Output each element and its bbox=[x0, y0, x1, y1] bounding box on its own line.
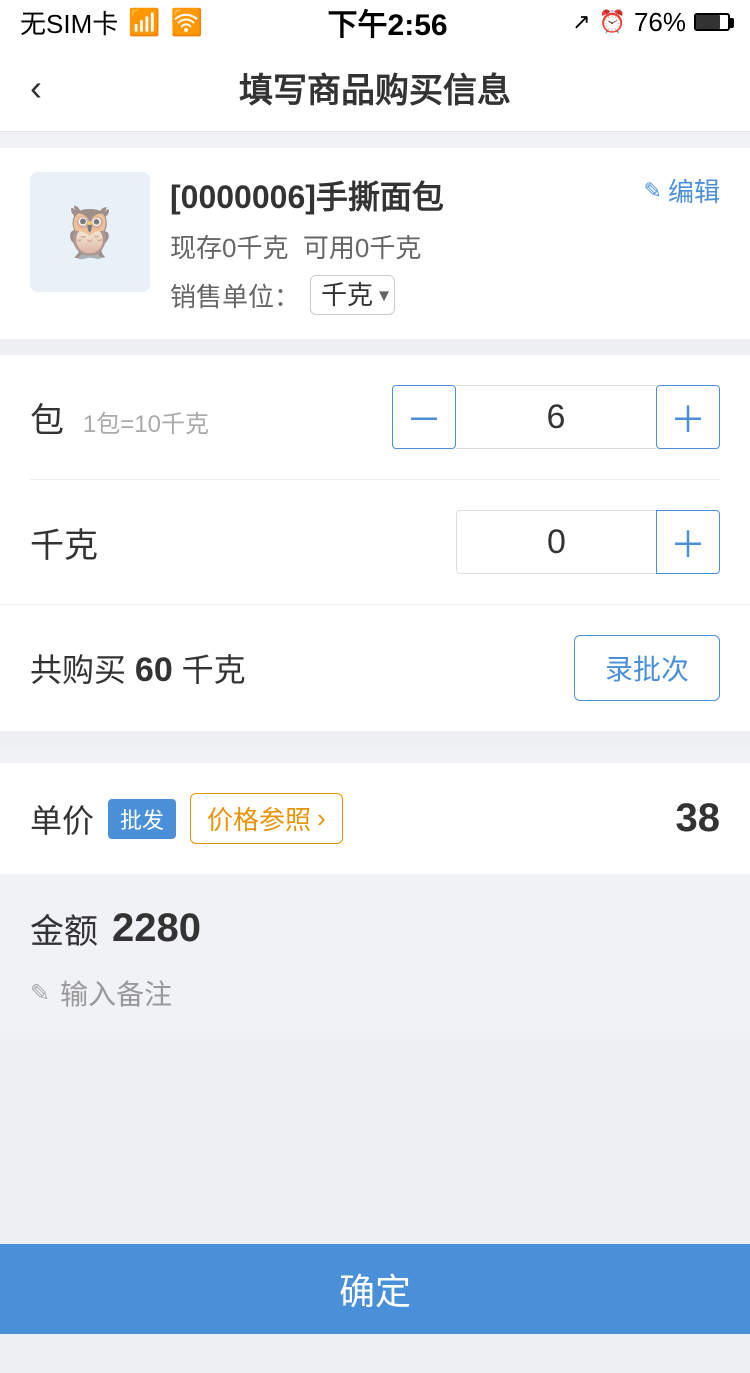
status-right: ↗ ⏰ 76% bbox=[572, 7, 730, 38]
kg-increment-button[interactable]: ＋ bbox=[656, 510, 720, 574]
bag-hint: 1包=10千克 bbox=[83, 411, 209, 438]
quantity-section: 包 1包=10千克 － ＋ 千克 ＋ bbox=[0, 355, 750, 604]
kg-quantity-row: 千克 ＋ bbox=[30, 480, 720, 604]
edit-label: 编辑 bbox=[668, 172, 720, 209]
price-reference-button[interactable]: 价格参照 › bbox=[190, 793, 343, 844]
confirm-button[interactable]: 确定 bbox=[0, 1244, 750, 1334]
alarm-icon: ⏰ bbox=[599, 9, 626, 35]
nav-bar: ‹ 填写商品购买信息 bbox=[0, 44, 750, 132]
product-unit-row: 销售单位： 千克 包 bbox=[170, 275, 720, 315]
bag-label-area: 包 1包=10千克 bbox=[30, 393, 209, 442]
total-label-area: 共购买 60 千克 bbox=[30, 645, 246, 691]
unit-select[interactable]: 千克 包 bbox=[310, 275, 395, 315]
section-separator-1 bbox=[0, 339, 750, 355]
record-batch-button[interactable]: 录批次 bbox=[574, 635, 720, 701]
edit-button[interactable]: ✎ 编辑 bbox=[644, 172, 720, 209]
back-button[interactable]: ‹ bbox=[30, 67, 42, 109]
kg-quantity-input[interactable] bbox=[456, 510, 656, 574]
carrier-text: 无SIM卡 bbox=[20, 4, 118, 41]
bag-increment-button[interactable]: ＋ bbox=[656, 385, 720, 449]
bag-quantity-row: 包 1包=10千克 － ＋ bbox=[30, 355, 720, 480]
remark-edit-icon: ✎ bbox=[30, 979, 50, 1008]
price-label: 单价 bbox=[30, 796, 94, 842]
product-card: 🦉 [0000006]手撕面包 现存0千克 可用0千克 销售单位： 千克 包 ✎… bbox=[0, 148, 750, 339]
kg-controls: ＋ bbox=[456, 510, 720, 574]
price-section: 单价 批发 价格参照 › 38 bbox=[0, 763, 750, 874]
price-ref-label: 价格参照 bbox=[207, 800, 311, 837]
remark-placeholder: 输入备注 bbox=[60, 973, 172, 1013]
kg-label-area: 千克 bbox=[30, 518, 98, 567]
remark-row[interactable]: ✎ 输入备注 bbox=[30, 973, 720, 1013]
amount-label: 金额 bbox=[30, 904, 98, 953]
product-logo-icon: 🦉 bbox=[59, 203, 121, 262]
total-label: 共购买 60 千克 bbox=[30, 652, 246, 688]
page-title: 填写商品购买信息 bbox=[239, 63, 511, 112]
bag-decrement-button[interactable]: － bbox=[392, 385, 456, 449]
product-stock: 现存0千克 可用0千克 bbox=[170, 228, 720, 265]
product-name: [0000006]手撕面包 bbox=[170, 172, 720, 218]
sim-icon: 📶 bbox=[128, 7, 160, 38]
bag-quantity-input[interactable] bbox=[456, 385, 656, 449]
product-image: 🦉 bbox=[30, 172, 150, 292]
amount-section: 金额 2280 ✎ 输入备注 bbox=[0, 874, 750, 1033]
status-time: 下午2:56 bbox=[328, 0, 448, 44]
amount-value: 2280 bbox=[112, 906, 201, 951]
location-icon: ↗ bbox=[572, 9, 590, 35]
price-value: 38 bbox=[676, 796, 721, 841]
section-separator-2 bbox=[0, 731, 750, 747]
bag-controls: － ＋ bbox=[392, 385, 720, 449]
wifi-icon: 🛜 bbox=[171, 7, 203, 38]
battery-text: 76% bbox=[634, 7, 686, 38]
battery-icon bbox=[694, 13, 730, 31]
confirm-label: 确定 bbox=[339, 1263, 411, 1315]
unit-label: 销售单位： bbox=[170, 277, 300, 314]
batch-badge: 批发 bbox=[108, 799, 176, 839]
price-ref-arrow-icon: › bbox=[317, 803, 326, 834]
price-left: 单价 批发 价格参照 › bbox=[30, 793, 343, 844]
unit-selector-wrap[interactable]: 千克 包 bbox=[310, 275, 395, 315]
product-info: [0000006]手撕面包 现存0千克 可用0千克 销售单位： 千克 包 bbox=[170, 172, 720, 315]
status-left: 无SIM卡 📶 🛜 bbox=[20, 4, 203, 41]
kg-label: 千克 bbox=[30, 527, 98, 565]
edit-icon: ✎ bbox=[644, 178, 662, 204]
amount-row: 金额 2280 bbox=[30, 904, 720, 953]
status-bar: 无SIM卡 📶 🛜 下午2:56 ↗ ⏰ 76% bbox=[0, 0, 750, 44]
total-section: 共购买 60 千克 录批次 bbox=[0, 604, 750, 731]
bag-label: 包 bbox=[30, 402, 64, 440]
